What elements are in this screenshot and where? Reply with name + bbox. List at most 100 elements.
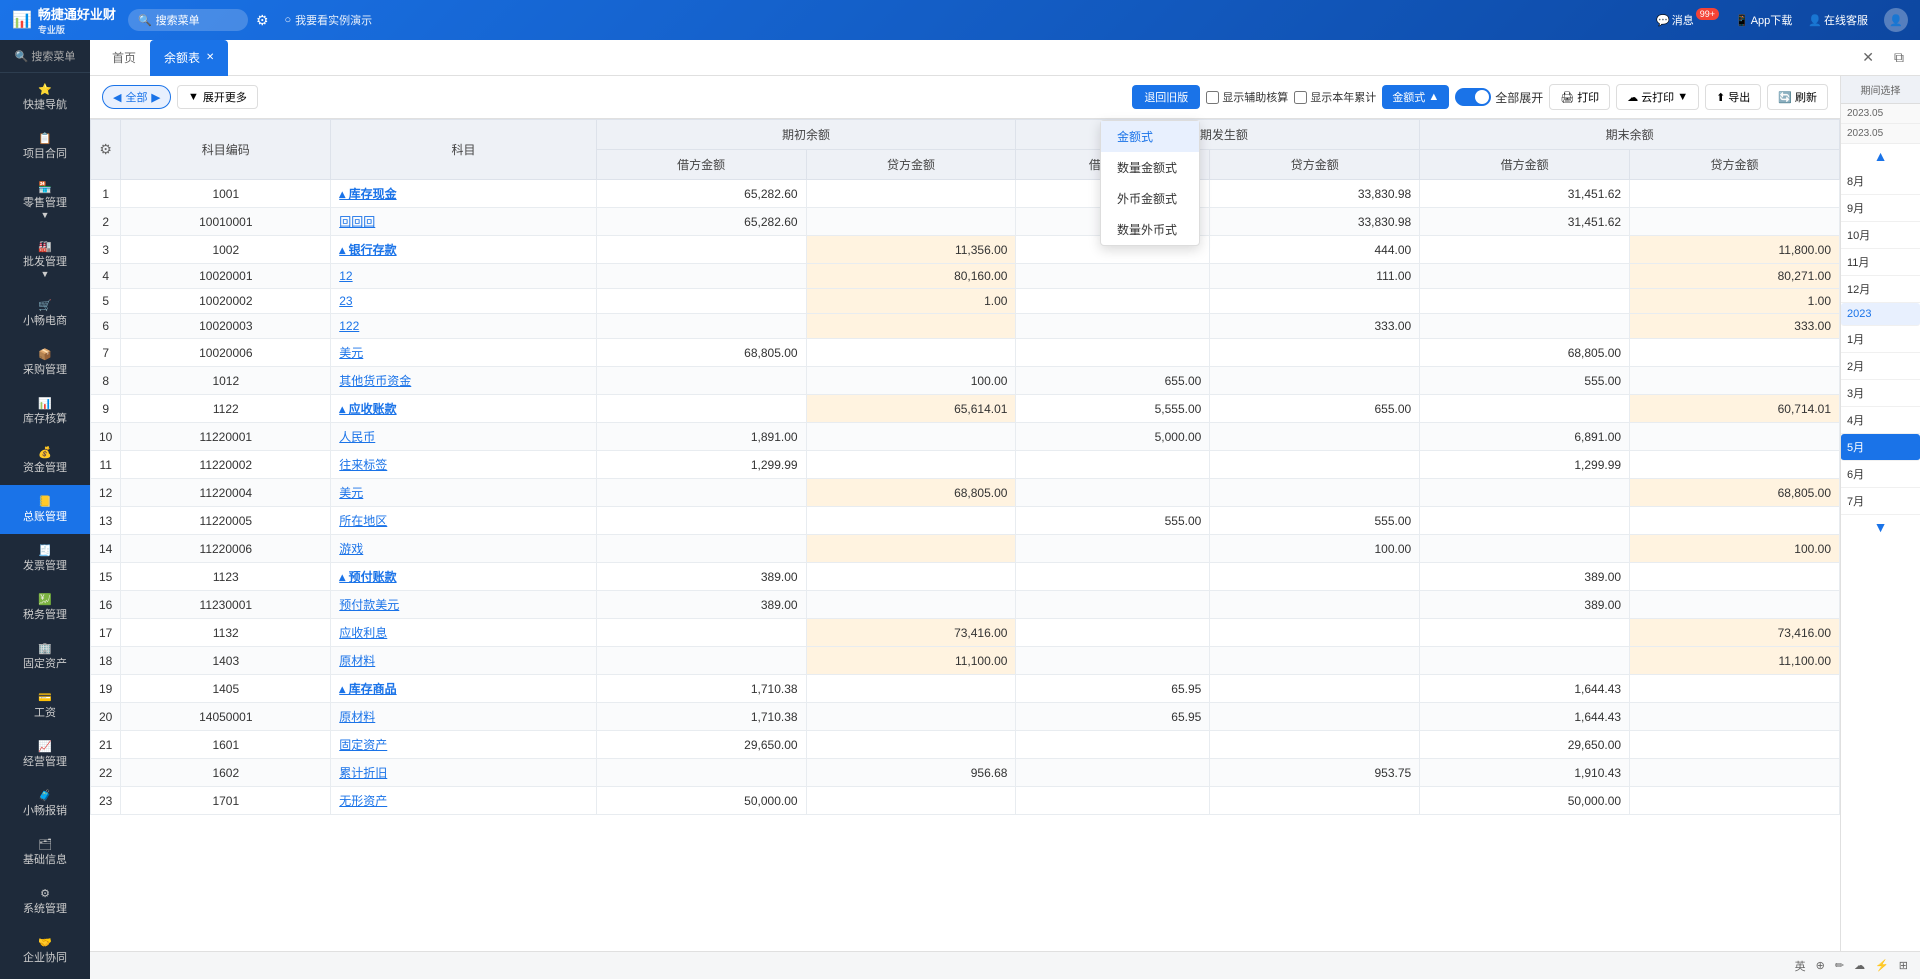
period-year-tag-2023[interactable]: 2023 [1841, 303, 1920, 326]
period-month-4[interactable]: 4月 [1841, 407, 1920, 434]
return-old-btn[interactable]: 退回旧版 [1132, 85, 1200, 109]
sidebar-item-retail[interactable]: 🏪 零售管理 ▼ [0, 171, 90, 230]
account-name-cell[interactable]: 其他货币资金 [331, 367, 596, 395]
sidebar-item-funds[interactable]: 💰 资金管理 [0, 436, 90, 485]
message-btn[interactable]: 💬 消息 99+ [1656, 12, 1719, 28]
account-name-cell[interactable]: ▴ 银行存款 [331, 236, 596, 264]
sidebar-item-quicknav[interactable]: ⭐ 快捷导航 [0, 73, 90, 122]
account-name-cell[interactable]: ▴ 库存现金 [331, 180, 596, 208]
export-btn[interactable]: ⬆ 导出 [1705, 84, 1761, 110]
sidebar-item-tax[interactable]: 💹 税务管理 [0, 583, 90, 632]
sidebar-item-assets[interactable]: 🏢 固定资产 [0, 632, 90, 681]
account-name-cell[interactable]: 所在地区 [331, 507, 596, 535]
table-row[interactable]: 18 1403 原材料 11,100.00 11,100.00 [91, 647, 1840, 675]
sidebar-item-invoice[interactable]: 🧾 发票管理 [0, 534, 90, 583]
gear-icon[interactable]: ⚙ [99, 141, 112, 158]
period-month-9[interactable]: 9月 [1841, 195, 1920, 222]
period-month-5[interactable]: 5月 [1841, 434, 1920, 461]
account-name-cell[interactable]: ▴ 库存商品 [331, 675, 596, 703]
account-name-cell[interactable]: 美元 [331, 479, 596, 507]
status-lang[interactable]: 英 [1795, 958, 1806, 974]
table-row[interactable]: 13 11220005 所在地区 555.00 555.00 [91, 507, 1840, 535]
window-maximize-btn[interactable]: ⧉ [1886, 46, 1912, 69]
sidebar-item-basic[interactable]: 🗂 基础信息 [0, 828, 90, 877]
period-nav-up[interactable]: ▲ [1841, 144, 1920, 168]
period-month-10[interactable]: 10月 [1841, 222, 1920, 249]
online-service-btn[interactable]: 👤 在线客服 [1808, 12, 1868, 28]
amount-type-btn[interactable]: 金额式 ▲ [1382, 85, 1449, 109]
table-row[interactable]: 22 1602 累计折旧 956.68 953.75 1,910.43 [91, 759, 1840, 787]
account-name-cell[interactable]: 预付款美元 [331, 591, 596, 619]
status-grid[interactable]: ⊞ [1899, 959, 1908, 972]
top-search[interactable]: 🔍 搜索菜单 [128, 9, 248, 31]
table-row[interactable]: 2 10010001 回回回 65,282.60 33,830.98 31,45… [91, 208, 1840, 236]
account-name-cell[interactable]: 23 [331, 289, 596, 314]
account-name-cell[interactable]: 应收利息 [331, 619, 596, 647]
period-month-11[interactable]: 11月 [1841, 249, 1920, 276]
account-name-cell[interactable]: 回回回 [331, 208, 596, 236]
sidebar-item-ecommerce[interactable]: 🛒 小畅电商 [0, 289, 90, 338]
sidebar-item-system[interactable]: ⚙ 系统管理 [0, 877, 90, 926]
table-row[interactable]: 11 11220002 往来标签 1,299.99 1,299.99 [91, 451, 1840, 479]
period-month-3[interactable]: 3月 [1841, 380, 1920, 407]
settings-icon[interactable]: ⚙ [256, 12, 269, 29]
table-row[interactable]: 6 10020003 122 333.00 333.00 [91, 314, 1840, 339]
table-row[interactable]: 20 14050001 原材料 1,710.38 65.95 1,644.43 [91, 703, 1840, 731]
table-row[interactable]: 5 10020002 23 1.00 1.00 [91, 289, 1840, 314]
account-name-cell[interactable]: 固定资产 [331, 731, 596, 759]
table-row[interactable]: 1 1001 ▴ 库存现金 65,282.60 33,830.98 31,451… [91, 180, 1840, 208]
tab-close-icon[interactable]: ✕ [206, 52, 214, 63]
account-name-cell[interactable]: ▴ 应收账款 [331, 395, 596, 423]
status-cloud[interactable]: ☁ [1854, 959, 1865, 972]
settings-header[interactable]: ⚙ [91, 120, 121, 180]
tab-home[interactable]: 首页 [98, 40, 150, 76]
account-name-cell[interactable]: 美元 [331, 339, 596, 367]
cloud-print-btn[interactable]: ☁ 云打印 ▼ [1616, 84, 1699, 110]
account-name-cell[interactable]: 原材料 [331, 647, 596, 675]
table-row[interactable]: 15 1123 ▴ 预付账款 389.00 389.00 [91, 563, 1840, 591]
expand-all-toggle[interactable] [1455, 88, 1491, 106]
auxiliary-check-label[interactable]: 显示辅助核算 [1206, 89, 1288, 105]
table-row[interactable]: 16 11230001 预付款美元 389.00 389.00 [91, 591, 1840, 619]
sidebar-item-wholesale[interactable]: 🏭 批发管理 ▼ [0, 230, 90, 289]
status-edit[interactable]: ✏ [1835, 959, 1844, 972]
account-name-cell[interactable]: 往来标签 [331, 451, 596, 479]
breadcrumb-all[interactable]: ◀ 全部 ▶ [102, 85, 171, 109]
table-row[interactable]: 9 1122 ▴ 应收账款 65,614.01 5,555.00 655.00 … [91, 395, 1840, 423]
period-nav-down[interactable]: ▼ [1841, 515, 1920, 539]
period-month-7[interactable]: 7月 [1841, 488, 1920, 515]
period-month-8[interactable]: 8月 [1841, 168, 1920, 195]
window-close-btn[interactable]: ✕ [1854, 46, 1882, 69]
account-name-cell[interactable]: 原材料 [331, 703, 596, 731]
status-flash[interactable]: ⚡ [1875, 959, 1889, 972]
account-name-cell[interactable]: ▴ 预付账款 [331, 563, 596, 591]
account-name-cell[interactable]: 12 [331, 264, 596, 289]
app-download-btn[interactable]: 📱 App下载 [1735, 12, 1792, 28]
demo-link[interactable]: ○ 我要看实例演示 [285, 12, 373, 28]
dropdown-item-wbjine[interactable]: 外币金额式 [1101, 183, 1199, 214]
sidebar-item-project[interactable]: 📋 项目合同 [0, 122, 90, 171]
period-month-12[interactable]: 12月 [1841, 276, 1920, 303]
sidebar-item-guide[interactable]: 🎯 新手引导 [0, 975, 90, 979]
account-name-cell[interactable]: 122 [331, 314, 596, 339]
annual-check-label[interactable]: 显示本年累计 [1294, 89, 1376, 105]
table-row[interactable]: 23 1701 无形资产 50,000.00 50,000.00 [91, 787, 1840, 815]
table-row[interactable]: 10 11220001 人民币 1,891.00 5,000.00 6,891.… [91, 423, 1840, 451]
table-row[interactable]: 3 1002 ▴ 银行存款 11,356.00 444.00 11,800.00 [91, 236, 1840, 264]
print-btn[interactable]: 🖨 打印 [1549, 84, 1610, 110]
table-row[interactable]: 12 11220004 美元 68,805.00 68,805.00 [91, 479, 1840, 507]
dropdown-item-slwb[interactable]: 数量外币式 [1101, 214, 1199, 245]
sidebar-item-payroll[interactable]: 💳 工资 [0, 681, 90, 730]
account-name-cell[interactable]: 无形资产 [331, 787, 596, 815]
annual-checkbox[interactable] [1294, 91, 1307, 104]
table-row[interactable]: 19 1405 ▴ 库存商品 1,710.38 65.95 1,644.43 [91, 675, 1840, 703]
tab-balance[interactable]: 余额表 ✕ [150, 40, 228, 76]
account-name-cell[interactable]: 游戏 [331, 535, 596, 563]
sidebar-item-purchase[interactable]: 📦 采购管理 [0, 338, 90, 387]
table-row[interactable]: 21 1601 固定资产 29,650.00 29,650.00 [91, 731, 1840, 759]
sidebar-search[interactable]: 🔍 搜索菜单 [0, 40, 90, 73]
table-row[interactable]: 17 1132 应收利息 73,416.00 73,416.00 [91, 619, 1840, 647]
sidebar-item-cooperation[interactable]: 🤝 企业协同 [0, 926, 90, 975]
table-row[interactable]: 7 10020006 美元 68,805.00 68,805.00 [91, 339, 1840, 367]
user-avatar[interactable]: 👤 [1884, 8, 1908, 32]
